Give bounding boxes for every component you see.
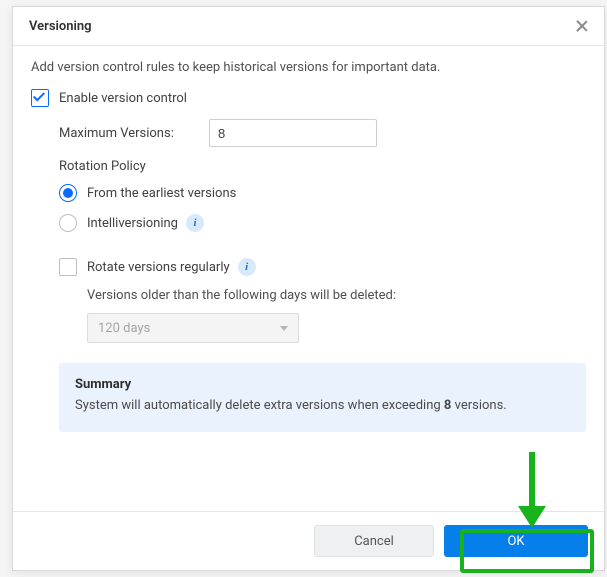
titlebar: Versioning [13,7,604,46]
versioning-dialog: Versioning Add version control rules to … [12,6,605,571]
rotation-option-intelli[interactable]: Intelliversioning i [31,214,586,232]
max-versions-row: Maximum Versions: [31,119,586,147]
rotate-days-select-row: 120 days [31,313,586,343]
summary-text: System will automatically delete extra v… [75,396,570,416]
summary-suffix: versions. [451,398,506,413]
info-icon[interactable]: i [238,258,256,276]
rotate-regularly-row[interactable]: Rotate versions regularly i [31,258,586,276]
rotation-option-earliest[interactable]: From the earliest versions [31,184,586,202]
rotate-days-select: 120 days [87,313,299,343]
rotate-regularly-help: Versions older than the following days w… [31,288,586,303]
rotation-label-earliest: From the earliest versions [87,186,236,201]
max-versions-input[interactable] [209,119,377,147]
dialog-footer: Cancel OK [13,511,604,570]
rotation-radio-intelli[interactable] [59,214,77,232]
summary-title: Summary [75,377,570,392]
info-icon[interactable]: i [186,214,204,232]
summary-panel: Summary System will automatically delete… [59,363,586,432]
summary-prefix: System will automatically delete extra v… [75,398,444,413]
dialog-body: Add version control rules to keep histor… [13,46,604,511]
rotation-radio-earliest[interactable] [59,184,77,202]
rotation-policy-title: Rotation Policy [31,159,586,174]
cancel-button[interactable]: Cancel [314,525,434,557]
enable-version-control-row[interactable]: Enable version control [31,89,586,107]
rotate-days-value: 120 days [98,321,150,336]
close-icon[interactable] [574,18,590,34]
window-title: Versioning [29,19,574,34]
rotate-regularly-label: Rotate versions regularly [87,260,230,275]
enable-version-control-checkbox[interactable] [31,89,49,107]
ok-button[interactable]: OK [444,525,588,557]
enable-version-control-label: Enable version control [59,91,187,106]
chevron-down-icon [280,326,288,331]
description-text: Add version control rules to keep histor… [31,60,586,75]
rotation-label-intelli: Intelliversioning [87,216,178,231]
rotate-regularly-checkbox[interactable] [59,258,77,276]
max-versions-label: Maximum Versions: [59,126,209,141]
